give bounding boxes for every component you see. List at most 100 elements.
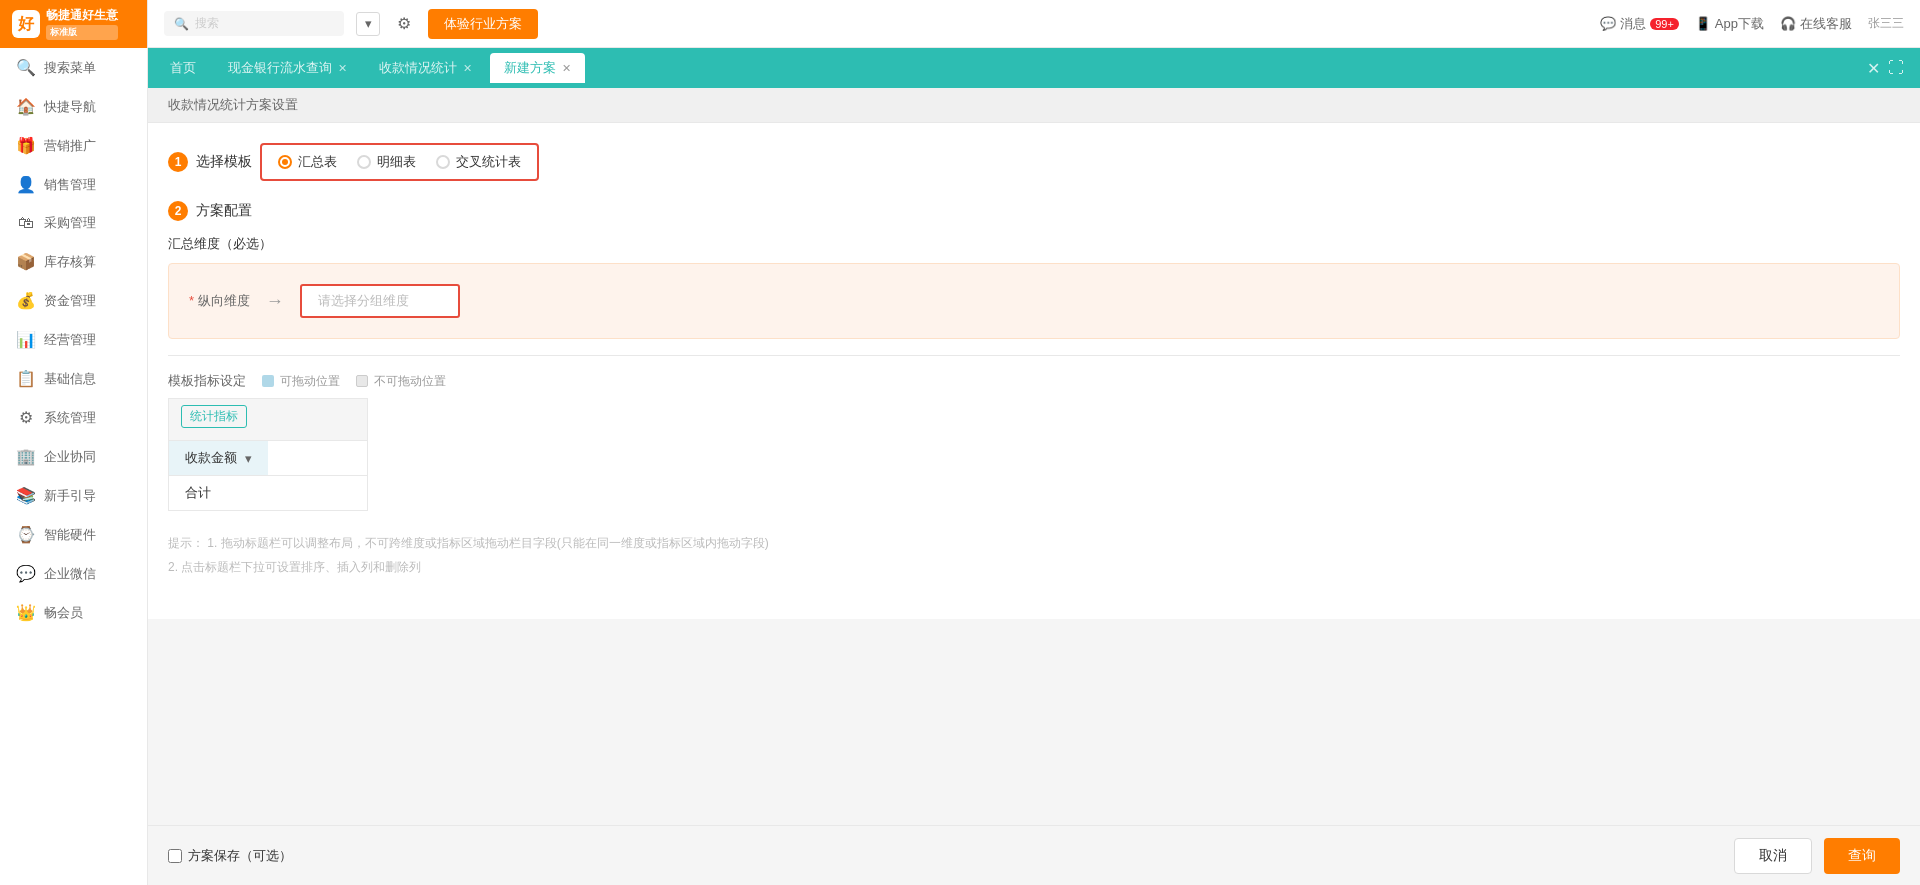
dimension-box: * 纵向维度 → 请选择分组维度 [168,263,1900,339]
template-radio-group: 汇总表 明细表 交叉统计表 [260,143,539,181]
sidebar-item-search-menu[interactable]: 🔍 搜索菜单 [0,48,147,87]
collect-amount-label: 收款金额 [185,449,237,467]
tips-section: 提示： 1. 拖动标题栏可以调整布局，不可跨维度或指标区域拖动栏目字段(只能在同… [168,531,1900,579]
collect-amount-dropdown[interactable]: ▾ [245,451,252,466]
sidebar-item-inventory[interactable]: 📦 库存核算 [0,242,147,281]
legend-draggable-dot [262,375,274,387]
search-box[interactable]: 🔍 搜索 [164,11,344,36]
tab-new-plan[interactable]: 新建方案✕ [490,53,585,83]
section-config: 2 方案配置 汇总维度（必选） * 纵向维度 → 请选择分组维度 [168,201,1900,579]
sidebar-item-guide[interactable]: 📚 新手引导 [0,476,147,515]
tabbar: 首页现金银行流水查询✕收款情况统计✕新建方案✕ ✕ ⛶ [148,48,1920,88]
content-body: 1 选择模板 汇总表 明细表 交叉统计表 [148,123,1920,619]
sidebar-item-member[interactable]: 👑 畅会员 [0,593,147,632]
sidebar: 好 畅捷通好生意 标准版 🔍 搜索菜单 🏠 快捷导航 🎁 营销推广 👤 销售管理… [0,0,148,885]
radio-detail[interactable]: 明细表 [357,153,416,171]
tab-bank-flow-close[interactable]: ✕ [338,62,347,75]
sidebar-item-wechat[interactable]: 💬 企业微信 [0,554,147,593]
dropdown-toggle[interactable]: ▾ [356,12,380,36]
sidebar-item-purchase[interactable]: 🛍 采购管理 [0,204,147,242]
message-btn[interactable]: 💬 消息 99+ [1600,15,1679,33]
indicator-cell-total: 合计 [169,476,227,510]
main-area: 🔍 搜索 ▾ ⚙ 体验行业方案 💬 消息 99+ 📱 App下载 🎧 在线客服 … [148,0,1920,885]
enterprise-icon: 🏢 [16,447,36,466]
vertical-dim-label: * 纵向维度 [189,292,250,310]
indicator-row-total: 合计 [169,476,367,510]
tip-2: 2. 点击标题栏下拉可设置排序、插入列和删除列 [168,555,1900,579]
save-option[interactable]: 方案保存（可选） [168,847,292,865]
sidebar-item-system[interactable]: ⚙ 系统管理 [0,398,147,437]
member-label: 畅会员 [44,604,83,622]
sidebar-logo: 好 畅捷通好生意 标准版 [0,0,147,48]
indicator-section-label: 统计指标 [181,405,247,428]
marketing-icon: 🎁 [16,136,36,155]
tab-collect-stat-label: 收款情况统计 [379,59,457,77]
legend-fixed-dot [356,375,368,387]
maximize-btn[interactable]: ⛶ [1888,59,1904,78]
smart-hw-icon: ⌚ [16,525,36,544]
close-tab-btn[interactable]: ✕ [1867,59,1880,78]
sidebar-item-marketing[interactable]: 🎁 营销推广 [0,126,147,165]
dim-select[interactable]: 请选择分组维度 [300,284,460,318]
gear-icon[interactable]: ⚙ [392,12,416,36]
sidebar-item-quick-nav[interactable]: 🏠 快捷导航 [0,87,147,126]
content-area: 收款情况统计方案设置 1 选择模板 汇总表 明细表 [148,88,1920,825]
legend-fixed: 不可拖动位置 [356,373,446,390]
query-button[interactable]: 查询 [1824,838,1900,874]
radio-detail-label: 明细表 [377,153,416,171]
tab-home-label: 首页 [170,59,196,77]
tab-bank-flow[interactable]: 现金银行流水查询✕ [214,53,361,83]
indicator-header: 模板指标设定 可拖动位置 不可拖动位置 [168,372,1900,390]
tab-collect-stat[interactable]: 收款情况统计 ✕ [365,53,486,83]
section2-title: 2 方案配置 [168,201,1900,221]
dim-row: * 纵向维度 → 请选择分组维度 [189,284,1879,318]
purchase-icon: 🛍 [16,214,36,232]
tab-home[interactable]: 首页 [156,53,210,83]
basic-info-label: 基础信息 [44,370,96,388]
operations-icon: 📊 [16,330,36,349]
sidebar-item-basic-info[interactable]: 📋 基础信息 [0,359,147,398]
section-template: 1 选择模板 汇总表 明细表 交叉统计表 [168,143,1900,181]
inventory-icon: 📦 [16,252,36,271]
cancel-button[interactable]: 取消 [1734,838,1812,874]
app-download-btn[interactable]: 📱 App下载 [1695,15,1764,33]
service-icon: 🎧 [1780,16,1796,31]
dim-section: 汇总维度（必选） * 纵向维度 → 请选择分组维度 [168,235,1900,339]
message-label: 消息 [1620,15,1646,33]
radio-cross-label: 交叉统计表 [456,153,521,171]
search-menu-icon: 🔍 [16,58,36,77]
logo-icon: 好 [12,10,40,38]
topbar: 🔍 搜索 ▾ ⚙ 体验行业方案 💬 消息 99+ 📱 App下载 🎧 在线客服 … [148,0,1920,48]
section2-label: 方案配置 [196,202,252,220]
sidebar-item-enterprise[interactable]: 🏢 企业协同 [0,437,147,476]
search-menu-label: 搜索菜单 [44,59,96,77]
sidebar-item-sales[interactable]: 👤 销售管理 [0,165,147,204]
system-icon: ⚙ [16,408,36,427]
save-checkbox[interactable] [168,849,182,863]
section1-num: 1 [168,152,188,172]
dim-arrow-icon: → [266,291,284,312]
quick-nav-label: 快捷导航 [44,98,96,116]
quick-nav-icon: 🏠 [16,97,36,116]
message-icon: 💬 [1600,16,1616,31]
marketing-label: 营销推广 [44,137,96,155]
service-btn[interactable]: 🎧 在线客服 [1780,15,1852,33]
section1-title: 1 选择模板 汇总表 明细表 交叉统计表 [168,143,1900,181]
radio-summary-label: 汇总表 [298,153,337,171]
legend-draggable: 可拖动位置 [262,373,340,390]
legend-draggable-label: 可拖动位置 [280,373,340,390]
sidebar-item-finance[interactable]: 💰 资金管理 [0,281,147,320]
radio-summary[interactable]: 汇总表 [278,153,337,171]
sidebar-item-smart-hw[interactable]: ⌚ 智能硬件 [0,515,147,554]
tab-new-plan-close[interactable]: ✕ [562,62,571,75]
search-icon: 🔍 [174,17,189,31]
wechat-label: 企业微信 [44,565,96,583]
smart-hw-label: 智能硬件 [44,526,96,544]
inventory-label: 库存核算 [44,253,96,271]
sidebar-item-operations[interactable]: 📊 经营管理 [0,320,147,359]
radio-cross[interactable]: 交叉统计表 [436,153,521,171]
tab-collect-stat-close[interactable]: ✕ [463,62,472,75]
indicator-table: 统计指标 收款金额 ▾ 合计 [168,398,368,511]
username: 张三三 [1868,15,1904,32]
industry-btn[interactable]: 体验行业方案 [428,9,538,39]
